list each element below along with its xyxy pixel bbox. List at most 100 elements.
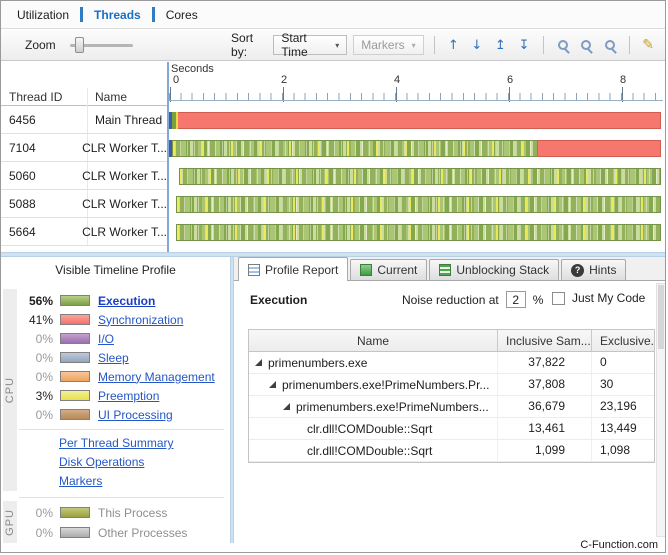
column-header-inclusive[interactable]: Inclusive Sam... (498, 330, 592, 351)
percent-value: 0% (35, 407, 53, 422)
thread-bar (169, 139, 661, 157)
sleep-swatch (60, 352, 90, 363)
thread-row-5664[interactable]: 5664 CLR Worker T... (1, 218, 167, 246)
move-down-icon[interactable]: ↓ (468, 35, 486, 55)
just-my-code-label: Just My Code (572, 291, 646, 305)
magnifier-icon (604, 40, 615, 50)
move-up-icon[interactable]: ↑ (444, 35, 462, 55)
exclusive-samples: 1,098 (600, 443, 631, 457)
tab-utilization[interactable]: Utilization (17, 8, 69, 22)
noise-reduction-control: Noise reduction at 2 % (402, 291, 543, 308)
percent-value: 41% (28, 312, 53, 327)
markers-link[interactable]: Markers (59, 474, 102, 488)
tab-threads[interactable]: Threads (94, 8, 141, 22)
tab-cores[interactable]: Cores (166, 8, 198, 22)
tab-profile-report[interactable]: Profile Report (238, 257, 349, 281)
thread-row-7104[interactable]: 7104 CLR Worker T... (1, 134, 167, 162)
report-tab-bar: Profile Report Current Unblocking Stack … (234, 257, 665, 281)
legend-row-synchronization: 41% Synchronization (19, 310, 183, 329)
tab-label: Current (377, 263, 418, 277)
idle-gap (169, 224, 176, 241)
thread-timeline-5664 (169, 218, 661, 246)
table-row[interactable]: clr.dll!COMDouble::Sqrt 1,099 1,098 (249, 440, 654, 462)
expand-triangle-icon[interactable] (255, 359, 262, 366)
thread-row-5060[interactable]: 5060 CLR Worker T... (1, 162, 167, 190)
thread-timeline-5060 (169, 162, 661, 190)
execution-segment[interactable] (176, 223, 661, 241)
other-processes-swatch (60, 527, 90, 538)
vertical-scrollbar[interactable] (656, 283, 665, 537)
column-header-name[interactable]: Name (249, 330, 498, 351)
thread-timeline-7104 (169, 134, 661, 162)
tab-unblocking-stack[interactable]: Unblocking Stack (429, 259, 560, 280)
column-name[interactable]: Name (95, 90, 127, 104)
watermark: C-Function.com (580, 539, 658, 551)
timeline-ruler[interactable]: Seconds 0 2 4 6 8 (169, 62, 663, 106)
column-thread-id[interactable]: Thread ID (9, 90, 62, 104)
table-row[interactable]: primenumbers.exe!PrimeNumbers.Pr... 37,8… (249, 374, 654, 396)
expand-triangle-icon[interactable] (283, 403, 290, 410)
execution-segment[interactable] (172, 139, 538, 157)
scrollbar-thumb[interactable] (658, 285, 664, 349)
disk-operations-link[interactable]: Disk Operations (59, 455, 144, 469)
memory-management-link[interactable]: Memory Management (98, 370, 215, 384)
tab-separator (151, 7, 155, 22)
execution-segment[interactable] (179, 167, 661, 185)
synchronization-segment[interactable] (178, 111, 661, 129)
table-header: Name Inclusive Sam... Exclusive... (249, 330, 654, 352)
paintbrush-icon[interactable]: ✎ (639, 35, 657, 55)
table-row[interactable]: clr.dll!COMDouble::Sqrt 13,461 13,449 (249, 418, 654, 440)
zoom-out-icon[interactable] (577, 35, 595, 55)
ui-processing-link[interactable]: UI Processing (98, 408, 173, 422)
markers-dropdown[interactable]: Markers (353, 35, 424, 55)
table-row[interactable]: primenumbers.exe 37,822 0 (249, 352, 654, 374)
execution-section-label: Execution (250, 293, 308, 307)
gpu-section-strip: GPU (3, 501, 17, 543)
unblocking-stack-icon (439, 264, 452, 276)
tab-hints[interactable]: Hints (561, 259, 627, 280)
zoom-in-icon[interactable] (554, 35, 572, 55)
thread-name: Main Thread (95, 112, 163, 127)
cpu-section-strip: CPU (3, 289, 17, 491)
function-name: primenumbers.exe!PrimeNumbers.Pr... (282, 377, 490, 392)
noise-reduction-input[interactable]: 2 (505, 291, 526, 308)
inclusive-samples: 37,808 (498, 374, 592, 395)
expand-triangle-icon[interactable] (269, 381, 276, 388)
zoom-reset-icon[interactable] (601, 35, 619, 55)
synchronization-link[interactable]: Synchronization (98, 313, 183, 327)
sort-by-value: Start Time (281, 31, 308, 59)
toolbar-separator (433, 36, 435, 54)
inclusive-samples: 37,822 (498, 352, 592, 373)
thread-row-5088[interactable]: 5088 CLR Worker T... (1, 190, 167, 218)
chevron-down-icon (412, 41, 416, 50)
ui-processing-swatch (60, 409, 90, 420)
preemption-link[interactable]: Preemption (98, 389, 159, 403)
execution-segment[interactable] (176, 195, 661, 213)
table-row[interactable]: primenumbers.exe!PrimeNumbers... 36,679 … (249, 396, 654, 418)
sleep-link[interactable]: Sleep (98, 351, 129, 365)
zoom-slider-thumb[interactable] (74, 37, 84, 53)
zoom-slider[interactable] (69, 36, 134, 54)
thread-bar (169, 223, 661, 241)
legend-row-memory-management: 0% Memory Management (19, 367, 215, 386)
markers-dropdown-label: Markers (361, 38, 405, 52)
per-thread-summary-link[interactable]: Per Thread Summary (59, 436, 174, 450)
thread-row-6456[interactable]: 6456 Main Thread (1, 106, 167, 134)
move-bottom-icon[interactable]: ↧ (515, 35, 533, 55)
sort-by-dropdown[interactable]: Start Time (273, 31, 348, 59)
execution-link[interactable]: Execution (98, 294, 155, 308)
panel-title: Visible Timeline Profile (55, 263, 176, 277)
just-my-code-checkbox[interactable] (552, 291, 565, 305)
synchronization-segment[interactable] (538, 139, 661, 157)
thread-bar (169, 111, 661, 129)
tab-current[interactable]: Current (350, 259, 428, 280)
io-swatch (60, 333, 90, 344)
io-link[interactable]: I/O (98, 332, 114, 346)
column-header-exclusive[interactable]: Exclusive... (592, 330, 654, 351)
thread-timeline-6456 (169, 106, 661, 134)
thread-table-header: Thread ID Name (1, 88, 167, 106)
thread-bar (169, 195, 661, 213)
move-top-icon[interactable]: ↥ (492, 35, 510, 55)
legend-row-io: 0% I/O (19, 329, 114, 348)
inclusive-samples: 13,461 (498, 418, 592, 439)
